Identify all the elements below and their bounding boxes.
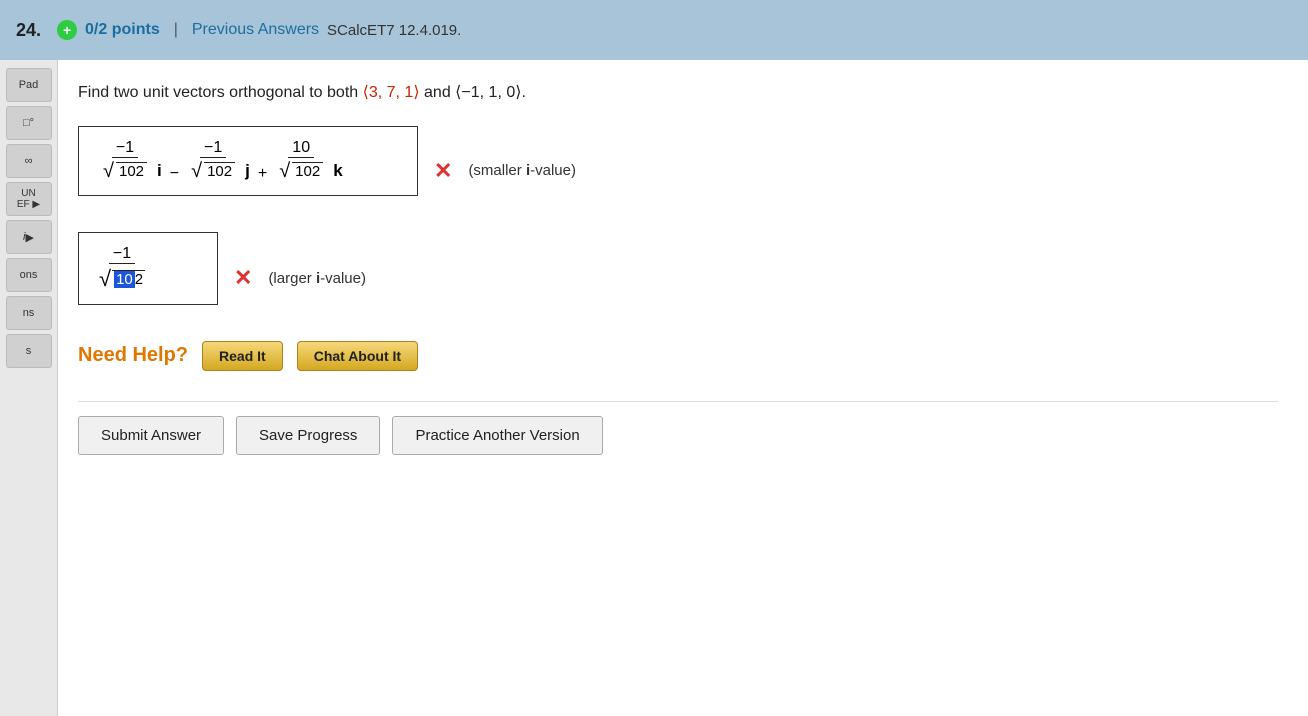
save-progress-button[interactable]: Save Progress bbox=[236, 416, 380, 455]
sqrt4: √ 102 bbox=[99, 266, 145, 292]
frac3-den: √ 102 bbox=[275, 158, 327, 183]
sidebar-item-ons[interactable]: ons bbox=[6, 258, 52, 292]
sidebar: Pad □° ∞ UNEF ▶ i ▶ ons ns s bbox=[0, 60, 58, 716]
sidebar-item-pad[interactable]: Pad bbox=[6, 68, 52, 102]
frac2-den: √ 102 bbox=[187, 158, 239, 183]
plus-icon: + bbox=[57, 20, 77, 40]
frac1-num: −1 bbox=[112, 139, 138, 158]
sqrt2: √ 102 bbox=[191, 160, 235, 183]
submit-answer-button[interactable]: Submit Answer bbox=[78, 416, 224, 455]
need-help-section: Need Help? Read It Chat About It bbox=[78, 341, 1278, 371]
header-bar: 24. + 0/2 points | Previous Answers SCal… bbox=[0, 0, 1308, 60]
vector2: ⟨−1, 1, 0⟩ bbox=[455, 84, 521, 101]
answer1-label: (smaller i-value) bbox=[468, 162, 576, 179]
sidebar-item-s[interactable]: s bbox=[6, 334, 52, 368]
question-number: 24. bbox=[16, 20, 41, 41]
wrong-icon-1: ✕ bbox=[434, 158, 452, 184]
frac2-num: −1 bbox=[200, 139, 226, 158]
problem-statement: Find two unit vectors orthogonal to both… bbox=[78, 80, 1278, 106]
read-it-button[interactable]: Read It bbox=[202, 341, 283, 371]
sqrt-highlight: 10 bbox=[114, 271, 135, 288]
letter-j: j bbox=[245, 161, 250, 181]
points-label: 0/2 points bbox=[85, 21, 160, 39]
letter-k: k bbox=[333, 161, 342, 181]
sqrt-rest: 2 bbox=[135, 271, 143, 288]
sidebar-item-infinity[interactable]: ∞ bbox=[6, 144, 52, 178]
wrong-icon-2: ✕ bbox=[234, 265, 252, 291]
footer-actions: Submit Answer Save Progress Practice Ano… bbox=[78, 401, 1278, 469]
frac1-den: √ 102 bbox=[99, 158, 151, 183]
content-area: Find two unit vectors orthogonal to both… bbox=[58, 60, 1308, 716]
problem-text-middle: and bbox=[420, 84, 456, 101]
sqrt3: √ 102 bbox=[279, 160, 323, 183]
frac3: 10 √ 102 bbox=[275, 139, 327, 183]
frac2: −1 √ 102 bbox=[187, 139, 239, 183]
answer2-box: −1 √ 102 bbox=[78, 232, 218, 305]
math-expr-2: −1 √ 102 bbox=[95, 245, 201, 292]
answer2-row: −1 √ 102 ✕ (larger i-value) bbox=[78, 232, 1278, 325]
frac4-num: −1 bbox=[109, 245, 135, 264]
math-expr-1: −1 √ 102 i − −1 bbox=[99, 139, 397, 183]
need-help-label: Need Help? bbox=[78, 344, 188, 367]
answer1-row: −1 √ 102 i − −1 bbox=[78, 126, 1278, 216]
letter-i-1: i bbox=[157, 161, 162, 181]
divider: | bbox=[174, 21, 178, 39]
sidebar-item-degree[interactable]: □° bbox=[6, 106, 52, 140]
practice-another-button[interactable]: Practice Another Version bbox=[392, 416, 602, 455]
op2: + bbox=[258, 165, 267, 183]
answer2-label: (larger i-value) bbox=[268, 270, 366, 287]
op1: − bbox=[170, 165, 179, 183]
vector1: ⟨3, 7, 1⟩ bbox=[363, 84, 420, 101]
sqrt1: √ 102 bbox=[103, 160, 147, 183]
problem-id: SCalcET7 12.4.019. bbox=[327, 22, 461, 39]
frac1: −1 √ 102 bbox=[99, 139, 151, 183]
previous-answers-link[interactable]: Previous Answers bbox=[192, 21, 319, 39]
sidebar-item-i[interactable]: i ▶ bbox=[6, 220, 52, 254]
sidebar-item-ns[interactable]: ns bbox=[6, 296, 52, 330]
frac4-den: √ 102 bbox=[95, 264, 149, 292]
frac3-num: 10 bbox=[288, 139, 314, 158]
chat-about-button[interactable]: Chat About It bbox=[297, 341, 418, 371]
problem-text-after: . bbox=[521, 84, 525, 101]
answer1-box: −1 √ 102 i − −1 bbox=[78, 126, 418, 196]
frac4: −1 √ 102 bbox=[95, 245, 149, 292]
problem-text-before: Find two unit vectors orthogonal to both bbox=[78, 84, 363, 101]
sidebar-item-un-ef[interactable]: UNEF ▶ bbox=[6, 182, 52, 216]
main-layout: Pad □° ∞ UNEF ▶ i ▶ ons ns s Find two un… bbox=[0, 60, 1308, 716]
